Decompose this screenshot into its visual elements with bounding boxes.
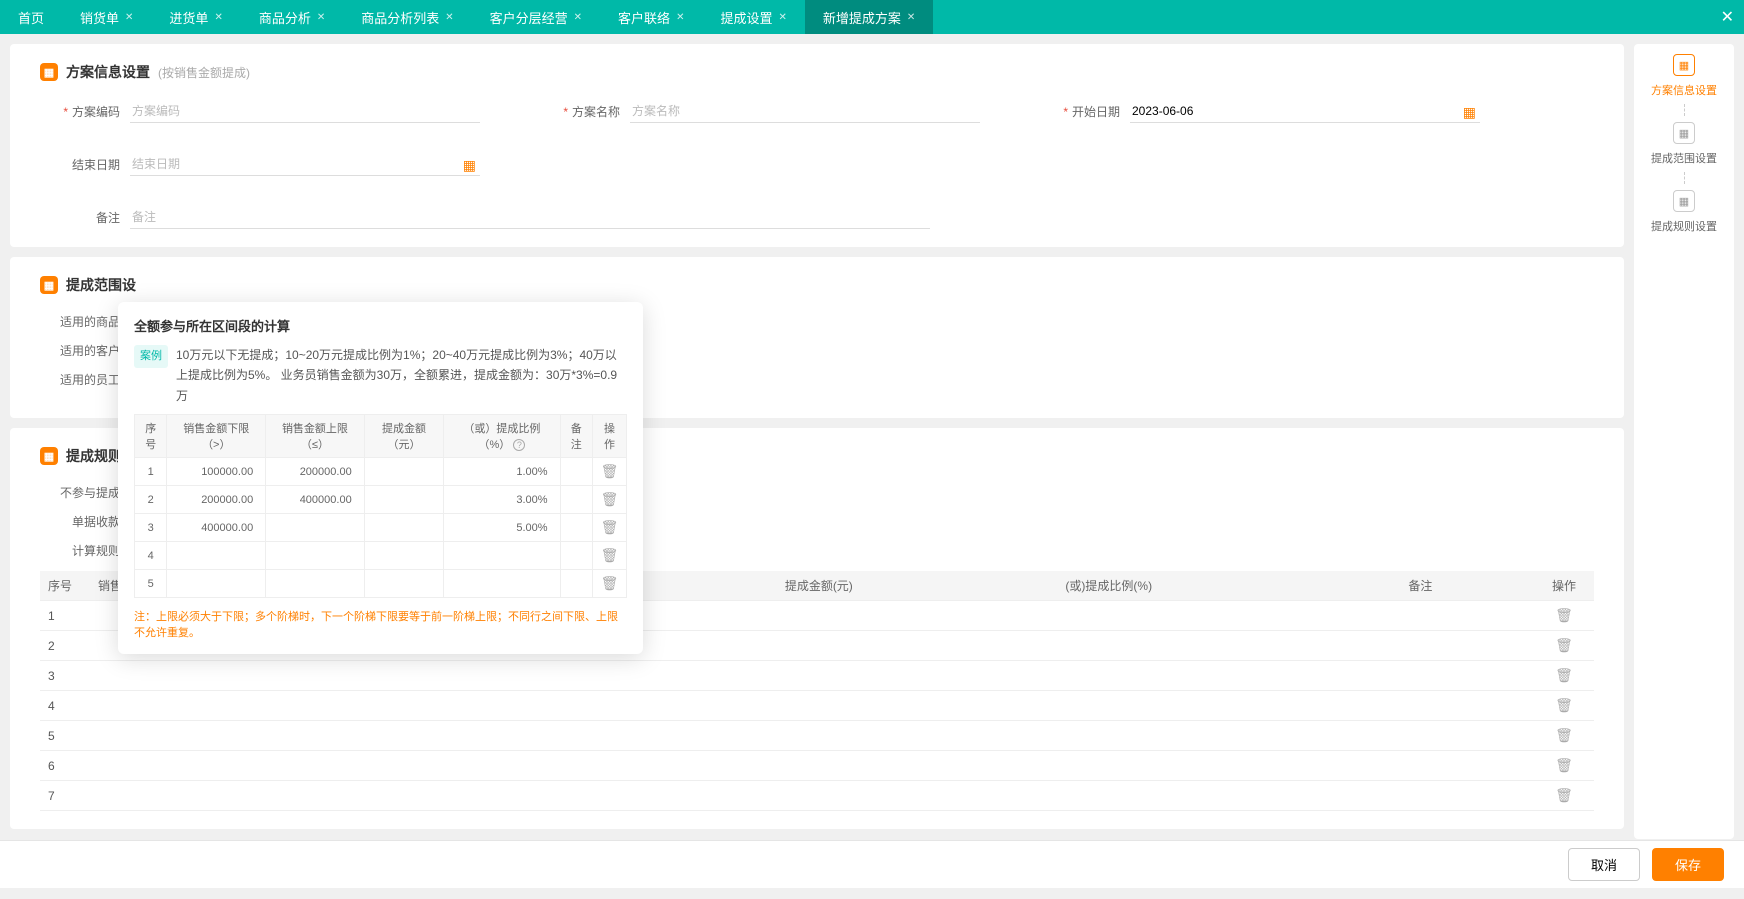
tab-sales[interactable]: 销货单✕ (62, 0, 151, 34)
pop-col-remark: 备注 (560, 415, 592, 458)
close-icon[interactable]: ✕ (125, 12, 133, 23)
goods-label: 适用的商品 (40, 313, 120, 330)
close-icon[interactable]: ✕ (676, 12, 684, 23)
end-date-label: 结束日期 (40, 156, 120, 173)
tab-home[interactable]: 首页 (0, 0, 62, 34)
table-row: 4🗑 (135, 542, 627, 570)
trash-icon[interactable]: 🗑 (1555, 757, 1573, 773)
end-date-input[interactable] (130, 153, 480, 176)
calc-rule-label: 计算规则 (40, 542, 120, 559)
close-icon[interactable]: ✕ (778, 12, 786, 23)
pop-col-idx: 序号 (135, 415, 167, 458)
anchor-label-info[interactable]: 方案信息设置 (1651, 82, 1717, 98)
trash-icon[interactable]: 🗑 (1555, 787, 1573, 803)
tab-goods-analysis[interactable]: 商品分析✕ (241, 0, 343, 34)
popup-title: 全额参与所在区间段的计算 (134, 316, 627, 335)
trash-icon[interactable]: 🗑 (1555, 637, 1573, 653)
no-commission-label: 不参与提成 (40, 484, 120, 501)
tab-commission-settings[interactable]: 提成设置✕ (702, 0, 804, 34)
col-amount: 提成金额(元) (777, 571, 1058, 601)
cancel-button[interactable]: 取消 (1568, 848, 1640, 881)
footer-bar: 取消 保存 (0, 840, 1744, 888)
start-date-label: 开始日期 (1040, 103, 1120, 120)
close-all-icon[interactable]: ✕ (1721, 7, 1734, 27)
customer-label: 适用的客户 (40, 342, 120, 359)
tab-new-commission[interactable]: 新增提成方案✕ (805, 0, 933, 34)
table-row: 1100000.00200000.001.00%🗑 (135, 458, 627, 486)
example-text: 10万元以下无提成；10~20万元提成比例为1%；20~40万元提成比例为3%；… (176, 345, 627, 406)
tab-goods-analysis-list[interactable]: 商品分析列表✕ (343, 0, 471, 34)
close-icon[interactable]: ✕ (574, 12, 582, 23)
table-row[interactable]: 5🗑 (40, 721, 1594, 751)
name-input[interactable] (630, 100, 980, 123)
tab-bar: 首页 销货单✕ 进货单✕ 商品分析✕ 商品分析列表✕ 客户分层经营✕ 客户联络✕… (0, 0, 1744, 34)
anchor-nav: ▦ 方案信息设置 ▦ 提成范围设置 ▦ 提成规则设置 (1634, 44, 1734, 839)
pop-col-ratio: （或）提成比例（%） ? (444, 415, 560, 458)
col-ratio: (或)提成比例(%) (1057, 571, 1400, 601)
trash-icon[interactable]: 🗑 (1555, 697, 1573, 713)
pop-col-upper: 销售金额上限（≤） (266, 415, 365, 458)
table-row[interactable]: 3🗑 (40, 661, 1594, 691)
col-remark: 备注 (1400, 571, 1534, 601)
close-icon[interactable]: ✕ (907, 12, 915, 23)
col-op: 操作 (1534, 571, 1594, 601)
table-row: 3400000.005.00%🗑 (135, 514, 627, 542)
anchor-divider (1684, 172, 1685, 184)
trash-icon[interactable]: 🗑 (1555, 667, 1573, 683)
info-panel: ▦ 方案信息设置 (按销售金额提成) 方案编码 方案名称 开始日期 ▦ (10, 44, 1624, 247)
table-row[interactable]: 4🗑 (40, 691, 1594, 721)
trash-icon[interactable]: 🗑 (601, 519, 619, 535)
close-icon[interactable]: ✕ (445, 12, 453, 23)
trash-icon[interactable]: 🗑 (601, 575, 619, 591)
close-icon[interactable]: ✕ (214, 12, 222, 23)
pop-col-amount: 提成金额（元） (364, 415, 444, 458)
popup-table: 序号 销售金额下限（>） 销售金额上限（≤） 提成金额（元） （或）提成比例（%… (134, 414, 627, 598)
table-row: 2200000.00400000.003.00%🗑 (135, 486, 627, 514)
save-button[interactable]: 保存 (1652, 848, 1724, 881)
table-row[interactable]: 7🗑 (40, 781, 1594, 811)
pop-col-op: 操作 (592, 415, 626, 458)
code-label: 方案编码 (40, 103, 120, 120)
trash-icon[interactable]: 🗑 (601, 463, 619, 479)
anchor-icon-scope[interactable]: ▦ (1673, 122, 1695, 144)
pop-col-lower: 销售金额下限（>） (167, 415, 266, 458)
trash-icon[interactable]: 🗑 (601, 491, 619, 507)
panel-icon: ▦ (40, 63, 58, 81)
info-icon[interactable]: ? (513, 439, 525, 451)
start-date-input[interactable] (1130, 100, 1480, 123)
table-row: 5🗑 (135, 570, 627, 598)
remark-label: 备注 (40, 209, 120, 226)
panel-icon: ▦ (40, 276, 58, 294)
single-doc-label: 单据收款 (40, 513, 120, 530)
panel-title: 提成范围设 (66, 275, 136, 295)
example-tag: 案例 (134, 345, 168, 368)
anchor-divider (1684, 104, 1685, 116)
tab-customer-contact[interactable]: 客户联络✕ (600, 0, 702, 34)
tab-purchase[interactable]: 进货单✕ (151, 0, 240, 34)
code-input[interactable] (130, 100, 480, 123)
trash-icon[interactable]: 🗑 (1555, 607, 1573, 623)
staff-label: 适用的员工 (40, 371, 120, 388)
anchor-icon-rule[interactable]: ▦ (1673, 190, 1695, 212)
example-popup: 全额参与所在区间段的计算 案例 10万元以下无提成；10~20万元提成比例为1%… (118, 302, 643, 654)
anchor-label-scope[interactable]: 提成范围设置 (1651, 150, 1717, 166)
panel-subtitle: (按销售金额提成) (158, 64, 250, 81)
col-idx: 序号 (40, 571, 90, 601)
tab-customer-tier[interactable]: 客户分层经营✕ (472, 0, 600, 34)
anchor-label-rule[interactable]: 提成规则设置 (1651, 218, 1717, 234)
table-row[interactable]: 6🗑 (40, 751, 1594, 781)
close-icon[interactable]: ✕ (317, 12, 325, 23)
trash-icon[interactable]: 🗑 (1555, 727, 1573, 743)
popup-note: 注：上限必须大于下限；多个阶梯时，下一个阶梯下限要等于前一阶梯上限；不同行之间下… (134, 608, 627, 640)
anchor-icon-info[interactable]: ▦ (1673, 54, 1695, 76)
trash-icon[interactable]: 🗑 (601, 547, 619, 563)
panel-icon: ▦ (40, 447, 58, 465)
remark-input[interactable] (130, 206, 930, 229)
panel-title: 方案信息设置 (66, 62, 150, 82)
name-label: 方案名称 (540, 103, 620, 120)
